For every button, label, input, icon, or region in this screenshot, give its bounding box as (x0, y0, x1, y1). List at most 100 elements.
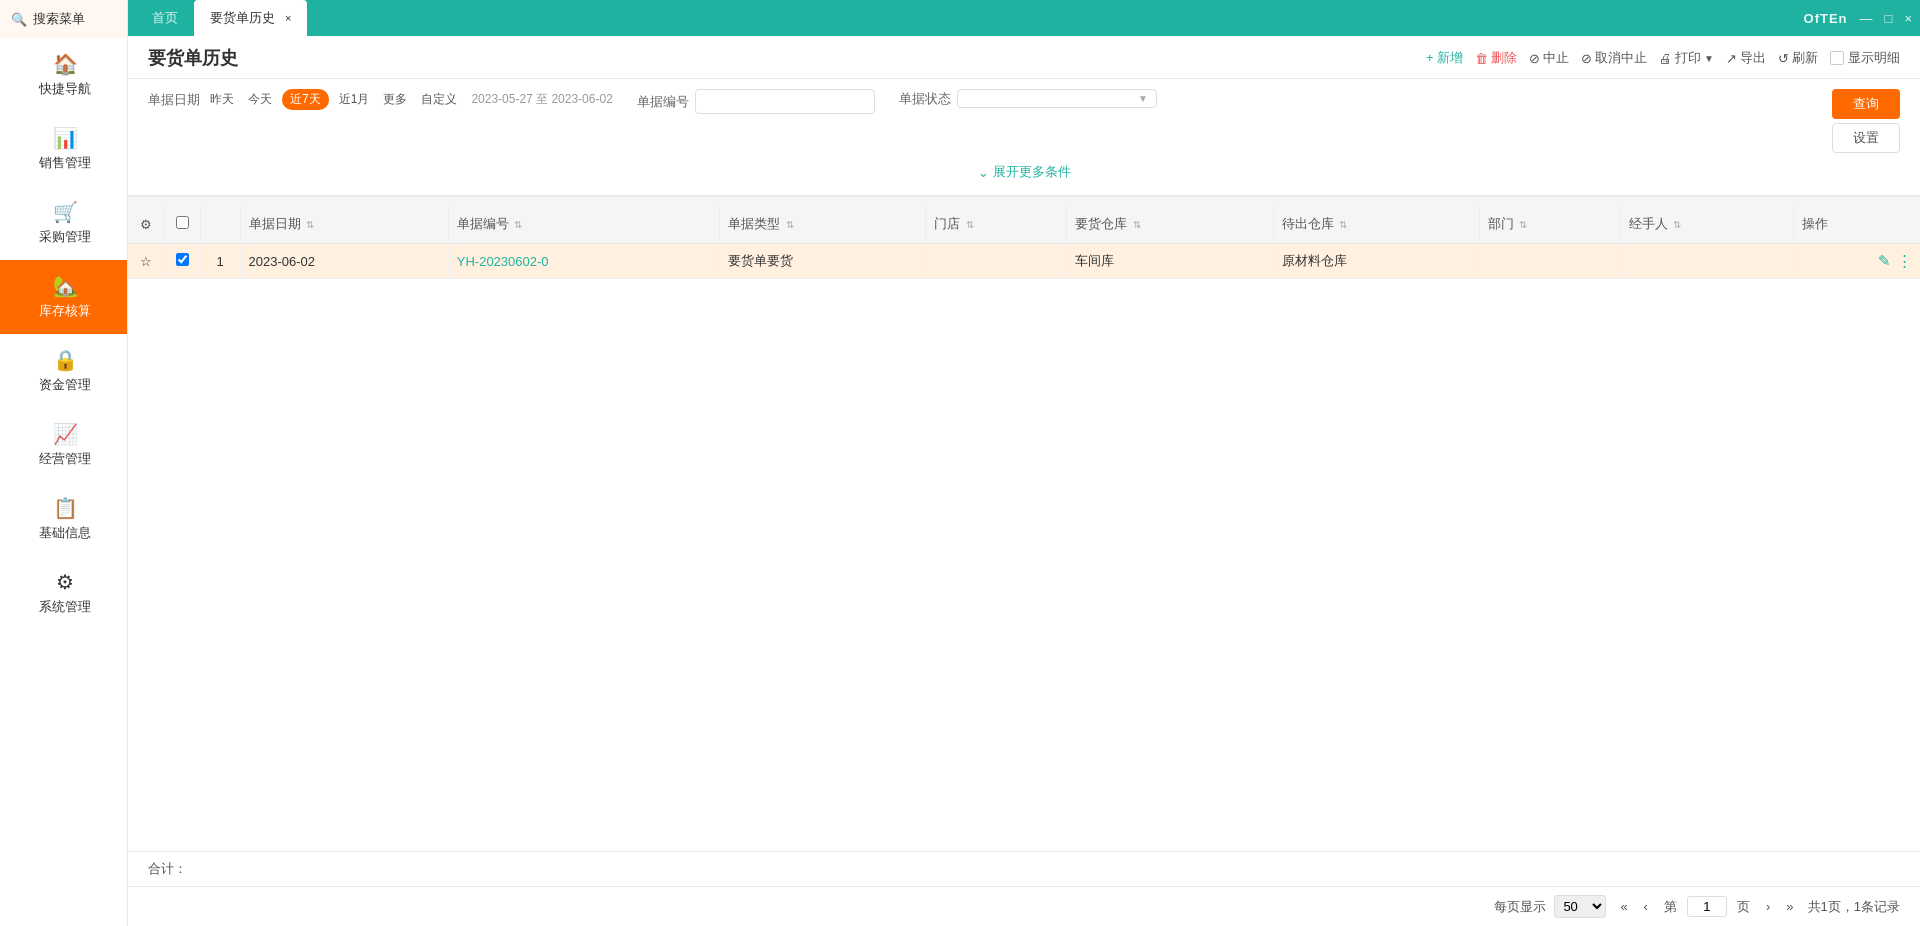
shortcut-more[interactable]: 更多 (379, 90, 411, 109)
page-size-label: 每页显示 (1494, 898, 1546, 916)
data-table-wrap: ⚙ 单据日期 ⇅ 单据编号 ⇅ (128, 205, 1920, 851)
col-header-store[interactable]: 门店 ⇅ (926, 205, 1067, 244)
tab-active[interactable]: 要货单历史 × (194, 0, 307, 36)
display-detail-label: 显示明细 (1848, 49, 1900, 67)
sidebar-item-system[interactable]: ⚙ 系统管理 (0, 556, 127, 630)
refresh-label: 刷新 (1792, 49, 1818, 67)
sidebar-item-inventory[interactable]: 🏡 库存核算 (0, 260, 127, 334)
col-header-pending-warehouse[interactable]: 待出仓库 ⇅ (1273, 205, 1479, 244)
col-header-dept[interactable]: 部门 ⇅ (1479, 205, 1620, 244)
display-detail-checkbox[interactable] (1830, 51, 1844, 65)
filter-actions: 查询 设置 (1832, 89, 1900, 153)
col-header-num (200, 205, 240, 244)
row-store (926, 244, 1067, 279)
setting-button[interactable]: 设置 (1832, 123, 1900, 153)
sort-dept-icon: ⇅ (1519, 219, 1527, 230)
docno-link[interactable]: YH-20230602-0 (457, 254, 549, 269)
col-header-handler[interactable]: 经手人 ⇅ (1620, 205, 1794, 244)
row-docno[interactable]: YH-20230602-0 (448, 244, 719, 279)
status-select[interactable]: ▼ (957, 89, 1157, 108)
status-filter-group: 单据状态 ▼ (899, 89, 1157, 108)
basics-icon: 📋 (53, 496, 78, 520)
date-filter-group: 单据日期 昨天 今天 近7天 近1月 更多 自定义 2023-05-27 至 2… (148, 89, 613, 110)
shortcut-1month[interactable]: 近1月 (335, 90, 374, 109)
row-more-icon[interactable]: ⋮ (1897, 252, 1912, 270)
page-input[interactable] (1687, 896, 1727, 917)
total-info: 共1页，1条记录 (1808, 898, 1900, 916)
close-btn[interactable]: × (1904, 11, 1912, 26)
refresh-button[interactable]: ↺ 刷新 (1778, 49, 1818, 67)
restore-btn[interactable]: □ (1885, 11, 1893, 26)
next-page-btn[interactable]: › (1760, 897, 1776, 916)
row-edit-icon[interactable]: ✎ (1878, 252, 1891, 270)
new-button[interactable]: + 新增 (1426, 49, 1463, 67)
sidebar-item-operations[interactable]: 📈 经营管理 (0, 408, 127, 482)
row-dept (1479, 244, 1620, 279)
last-page-btn[interactable]: » (1780, 897, 1799, 916)
query-button[interactable]: 查询 (1832, 89, 1900, 119)
page-title-row: 要货单历史 + 新增 🗑 删除 ⊘ 中止 ⊘ 取消中止 (148, 46, 1900, 70)
page-size-select[interactable]: 50 20 100 200 (1554, 895, 1606, 918)
operations-icon: 📈 (53, 422, 78, 446)
col-header-checkbox[interactable] (164, 205, 200, 244)
cancel-suspend-icon: ⊘ (1581, 51, 1592, 66)
display-detail-toggle[interactable]: 显示明细 (1830, 49, 1900, 67)
filter-bottom-row: ⌄ 展开更多条件 (128, 153, 1920, 196)
cancel-suspend-label: 取消中止 (1595, 49, 1647, 67)
expand-more-btn[interactable]: ⌄ 展开更多条件 (148, 157, 1900, 187)
row-settings[interactable]: ☆ (128, 244, 164, 279)
col-header-req-warehouse[interactable]: 要货仓库 ⇅ (1067, 205, 1273, 244)
delete-label: 删除 (1491, 49, 1517, 67)
data-table: ⚙ 单据日期 ⇅ 单据编号 ⇅ (128, 205, 1920, 279)
cancel-suspend-button[interactable]: ⊘ 取消中止 (1581, 49, 1647, 67)
date-shortcuts: 昨天 今天 近7天 近1月 更多 自定义 (206, 89, 461, 110)
suspend-button[interactable]: ⊘ 中止 (1529, 49, 1569, 67)
sidebar-item-sales[interactable]: 📊 销售管理 (0, 112, 127, 186)
shortcut-yesterday[interactable]: 昨天 (206, 90, 238, 109)
table-body: ☆ 1 2023-06-02 YH-20230602-0 要货单要货 车间库 原… (128, 244, 1920, 279)
row-checkbox[interactable] (164, 244, 200, 279)
prev-page-btn[interactable]: ‹ (1638, 897, 1654, 916)
col-header-settings[interactable]: ⚙ (128, 205, 164, 244)
shortcut-7days[interactable]: 近7天 (282, 89, 329, 110)
row-date: 2023-06-02 (240, 244, 448, 279)
shortcut-custom[interactable]: 自定义 (417, 90, 461, 109)
table-row[interactable]: ☆ 1 2023-06-02 YH-20230602-0 要货单要货 车间库 原… (128, 244, 1920, 279)
page-title: 要货单历史 (148, 46, 238, 70)
sidebar-item-label: 经营管理 (39, 450, 91, 468)
sidebar-item-basics[interactable]: 📋 基础信息 (0, 482, 127, 556)
sidebar-item-label: 系统管理 (39, 598, 91, 616)
export-label: 导出 (1740, 49, 1766, 67)
sort-pending-wh-icon: ⇅ (1339, 219, 1347, 230)
sidebar-item-shortcut[interactable]: 🏠 快捷导航 (0, 38, 127, 112)
print-dropdown-icon: ▼ (1704, 53, 1714, 64)
col-header-docno[interactable]: 单据编号 ⇅ (448, 205, 719, 244)
row-select-checkbox[interactable] (176, 253, 189, 266)
date-range-display: 2023-05-27 至 2023-06-02 (471, 91, 612, 108)
print-button[interactable]: 🖨 打印 ▼ (1659, 49, 1714, 67)
print-label: 打印 (1675, 49, 1701, 67)
export-button[interactable]: ↗ 导出 (1726, 49, 1766, 67)
export-icon: ↗ (1726, 51, 1737, 66)
suspend-label: 中止 (1543, 49, 1569, 67)
content-area: 要货单历史 + 新增 🗑 删除 ⊘ 中止 ⊘ 取消中止 (128, 36, 1920, 926)
status-filter-label: 单据状态 (899, 90, 951, 108)
search-icon: 🔍 (11, 12, 27, 27)
minimize-btn[interactable]: — (1860, 11, 1873, 26)
tab-home-label: 首页 (152, 9, 178, 27)
first-page-btn[interactable]: « (1614, 897, 1633, 916)
col-header-date[interactable]: 单据日期 ⇅ (240, 205, 448, 244)
sidebar-item-finance[interactable]: 🔒 资金管理 (0, 334, 127, 408)
shortcut-today[interactable]: 今天 (244, 90, 276, 109)
sidebar-search[interactable]: 🔍 搜索菜单 (0, 0, 127, 38)
docno-input[interactable] (695, 89, 875, 114)
sidebar-item-purchase[interactable]: 🛒 采购管理 (0, 186, 127, 260)
tab-list: 首页 要货单历史 × (136, 0, 307, 36)
delete-button[interactable]: 🗑 删除 (1475, 49, 1517, 67)
tab-home[interactable]: 首页 (136, 0, 194, 36)
tab-close-icon[interactable]: × (285, 12, 291, 24)
page-suffix: 页 (1731, 896, 1756, 918)
col-header-action: 操作 (1794, 205, 1920, 244)
col-header-type[interactable]: 单据类型 ⇅ (720, 205, 926, 244)
select-all-checkbox[interactable] (176, 216, 189, 229)
